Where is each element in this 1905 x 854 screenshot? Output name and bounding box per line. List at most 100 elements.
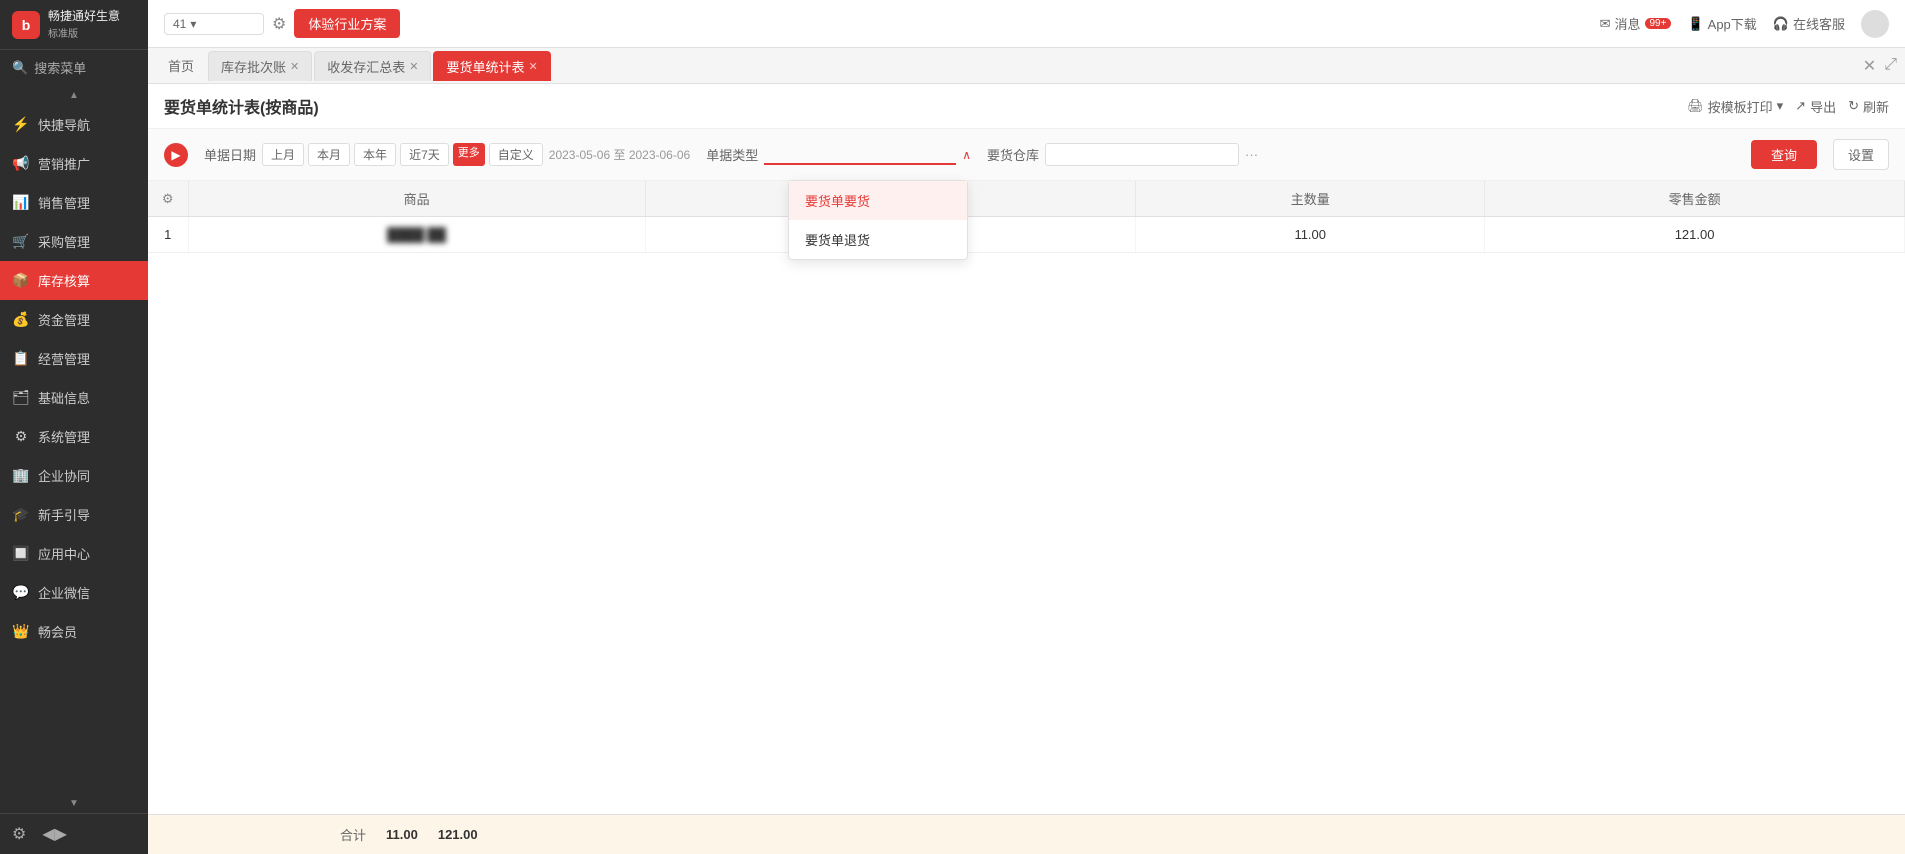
sidebar-item-label: 系统管理: [38, 427, 90, 446]
tab-bar: 首页 库存批次账 ✕ 收发存汇总表 ✕ 要货单统计表 ✕ ✕ ⤢: [148, 48, 1905, 84]
sidebar-item-basic[interactable]: 🗂 基础信息: [0, 378, 148, 417]
wechat-icon: 💬: [12, 584, 30, 602]
type-filter-group: 单据类型 ∧: [706, 144, 971, 165]
sidebar-search[interactable]: 🔍 搜索菜单: [0, 50, 148, 85]
data-table: ⚙ 商品 主计量单位 主数量 零售金额: [148, 181, 1905, 253]
warehouse-filter-input[interactable]: [1045, 143, 1239, 166]
th-quantity-label: 主数量: [1291, 192, 1330, 207]
filter-bar: ▶ 单据日期 上月 本月 本年 近7天 更多 自定义 2023-05-06 至 …: [148, 129, 1905, 181]
inventory-icon: 📦: [12, 272, 30, 290]
expand-tabs-icon[interactable]: ⤢: [1884, 56, 1897, 76]
close-all-tabs-icon[interactable]: ✕: [1863, 56, 1876, 76]
sidebar-item-label: 销售管理: [38, 193, 90, 212]
last-month-btn[interactable]: 上月: [262, 143, 304, 166]
date-filter-label: 单据日期: [204, 145, 256, 164]
sidebar-item-label: 快捷导航: [38, 115, 90, 134]
query-button[interactable]: 查询: [1751, 140, 1817, 169]
collapse-icon[interactable]: ◀▶: [42, 824, 67, 844]
sidebar-item-quick-nav[interactable]: ⚡ 快捷导航: [0, 105, 148, 144]
sidebar-item-label: 企业微信: [38, 583, 90, 602]
close-tab-receive-summary[interactable]: ✕: [409, 60, 418, 73]
th-amount-label: 零售金额: [1669, 192, 1721, 207]
topbar-settings-icon[interactable]: ⚙: [272, 14, 286, 34]
refresh-label: 刷新: [1863, 97, 1889, 116]
export-icon: ↗: [1795, 98, 1806, 114]
date-buttons: 上月 本月 本年 近7天 更多 自定义: [262, 143, 543, 166]
sales-icon: 📊: [12, 194, 30, 212]
settings-footer-icon[interactable]: ⚙: [12, 824, 26, 844]
online-service-button[interactable]: 🎧 在线客服: [1773, 14, 1845, 33]
newbie-icon: 🎓: [12, 506, 30, 524]
tab-inventory-batch[interactable]: 库存批次账 ✕: [208, 51, 312, 81]
type-filter-input[interactable]: [764, 144, 956, 165]
export-action[interactable]: ↗ 导出: [1795, 97, 1836, 116]
sidebar-footer: ⚙ ◀▶: [0, 813, 148, 854]
this-month-btn[interactable]: 本月: [308, 143, 350, 166]
sidebar-item-system[interactable]: ⚙ 系统管理: [0, 417, 148, 456]
page-title: 要货单统计表(按商品): [164, 94, 319, 118]
main-area: 41 ▾ ⚙ 体验行业方案 ✉ 消息 99+ 📱 App下载 🎧 在线客服: [148, 0, 1905, 854]
industry-solution-button[interactable]: 体验行业方案: [294, 9, 400, 38]
sidebar-item-inventory[interactable]: 📦 库存核算: [0, 261, 148, 300]
table-settings-icon[interactable]: ⚙: [162, 191, 174, 206]
topbar-store-dropdown[interactable]: 41 ▾: [164, 13, 264, 35]
quick-nav-icon: ⚡: [12, 116, 30, 134]
warehouse-filter-label: 要货仓库: [987, 145, 1039, 164]
sidebar-item-finance[interactable]: 💰 资金管理: [0, 300, 148, 339]
dropdown-item-request-return[interactable]: 要货单退货: [789, 220, 967, 259]
tab-receive-summary-label: 收发存汇总表: [327, 57, 405, 76]
sidebar-item-newbie[interactable]: 🎓 新手引导: [0, 495, 148, 534]
setting-button[interactable]: 设置: [1833, 139, 1889, 170]
app-logo-icon: b: [12, 11, 40, 39]
basic-icon: 🗂: [12, 389, 30, 407]
sidebar-item-marketing[interactable]: 📢 营销推广: [0, 144, 148, 183]
tab-receive-summary[interactable]: 收发存汇总表 ✕: [314, 51, 431, 81]
close-tab-request-summary[interactable]: ✕: [529, 60, 538, 73]
row-amount: 121.00: [1485, 217, 1905, 253]
type-filter-collapse-icon[interactable]: ∧: [962, 148, 971, 162]
sidebar-item-purchase[interactable]: 🛒 采购管理: [0, 222, 148, 261]
sidebar-item-operation[interactable]: 📋 经营管理: [0, 339, 148, 378]
footer-label: 合计: [160, 825, 366, 844]
user-avatar[interactable]: [1861, 10, 1889, 38]
tab-request-summary[interactable]: 要货单统计表 ✕: [433, 51, 550, 81]
app-name-block: 畅捷通好生意 标准版: [48, 9, 120, 40]
sidebar-item-sales[interactable]: 📊 销售管理: [0, 183, 148, 222]
close-tab-inventory-batch[interactable]: ✕: [290, 60, 299, 73]
sidebar-logo: b 畅捷通好生意 标准版: [0, 0, 148, 50]
app-download-button[interactable]: 📱 App下载: [1687, 14, 1756, 33]
sidebar-item-enterprise[interactable]: 🏢 企业协同: [0, 456, 148, 495]
sidebar-item-member[interactable]: 👑 畅会员: [0, 612, 148, 651]
more-filter-icon[interactable]: ···: [1245, 147, 1258, 162]
messages-button[interactable]: ✉ 消息 99+: [1600, 14, 1672, 33]
purchase-icon: 🛒: [12, 233, 30, 251]
tab-inventory-batch-label: 库存批次账: [221, 57, 286, 76]
filter-expand-button[interactable]: ▶: [164, 143, 188, 167]
th-amount: 零售金额: [1485, 181, 1905, 217]
more-badge[interactable]: 更多: [453, 143, 485, 166]
dropdown-item-request-order[interactable]: 要货单要货: [789, 181, 967, 220]
sidebar-scroll-down[interactable]: ▼: [0, 793, 148, 813]
sidebar-scroll-up[interactable]: ▲: [0, 85, 148, 105]
tab-home-label: 首页: [168, 56, 194, 75]
app-download-icon: 📱: [1687, 16, 1703, 32]
page-actions: 🖨 按模板打印 ▾ ↗ 导出 ↻ 刷新: [1687, 97, 1889, 116]
sidebar-item-apps[interactable]: 🔲 应用中心: [0, 534, 148, 573]
row-goods-value: ████ ██: [387, 227, 446, 242]
row-no: 1: [148, 217, 188, 253]
custom-date-btn[interactable]: 自定义: [489, 143, 543, 166]
th-goods: 商品: [188, 181, 645, 217]
page-header: 要货单统计表(按商品) 🖨 按模板打印 ▾ ↗ 导出 ↻ 刷新: [148, 84, 1905, 129]
refresh-action[interactable]: ↻ 刷新: [1848, 97, 1889, 116]
sidebar-item-wechat[interactable]: 💬 企业微信: [0, 573, 148, 612]
th-settings[interactable]: ⚙: [148, 181, 188, 217]
this-year-btn[interactable]: 本年: [354, 143, 396, 166]
tab-home[interactable]: 首页: [156, 51, 206, 81]
last-7-days-btn[interactable]: 近7天: [400, 143, 449, 166]
date-filter-group: 单据日期 上月 本月 本年 近7天 更多 自定义 2023-05-06 至 20…: [204, 143, 690, 166]
table-row: 1 ████ ██ 块 11.00 121.00: [148, 217, 1905, 253]
print-label: 按模板打印: [1708, 97, 1773, 116]
print-action[interactable]: 🖨 按模板打印 ▾: [1687, 97, 1783, 116]
table-footer: 合计 11.00 121.00: [148, 814, 1905, 854]
operation-icon: 📋: [12, 350, 30, 368]
